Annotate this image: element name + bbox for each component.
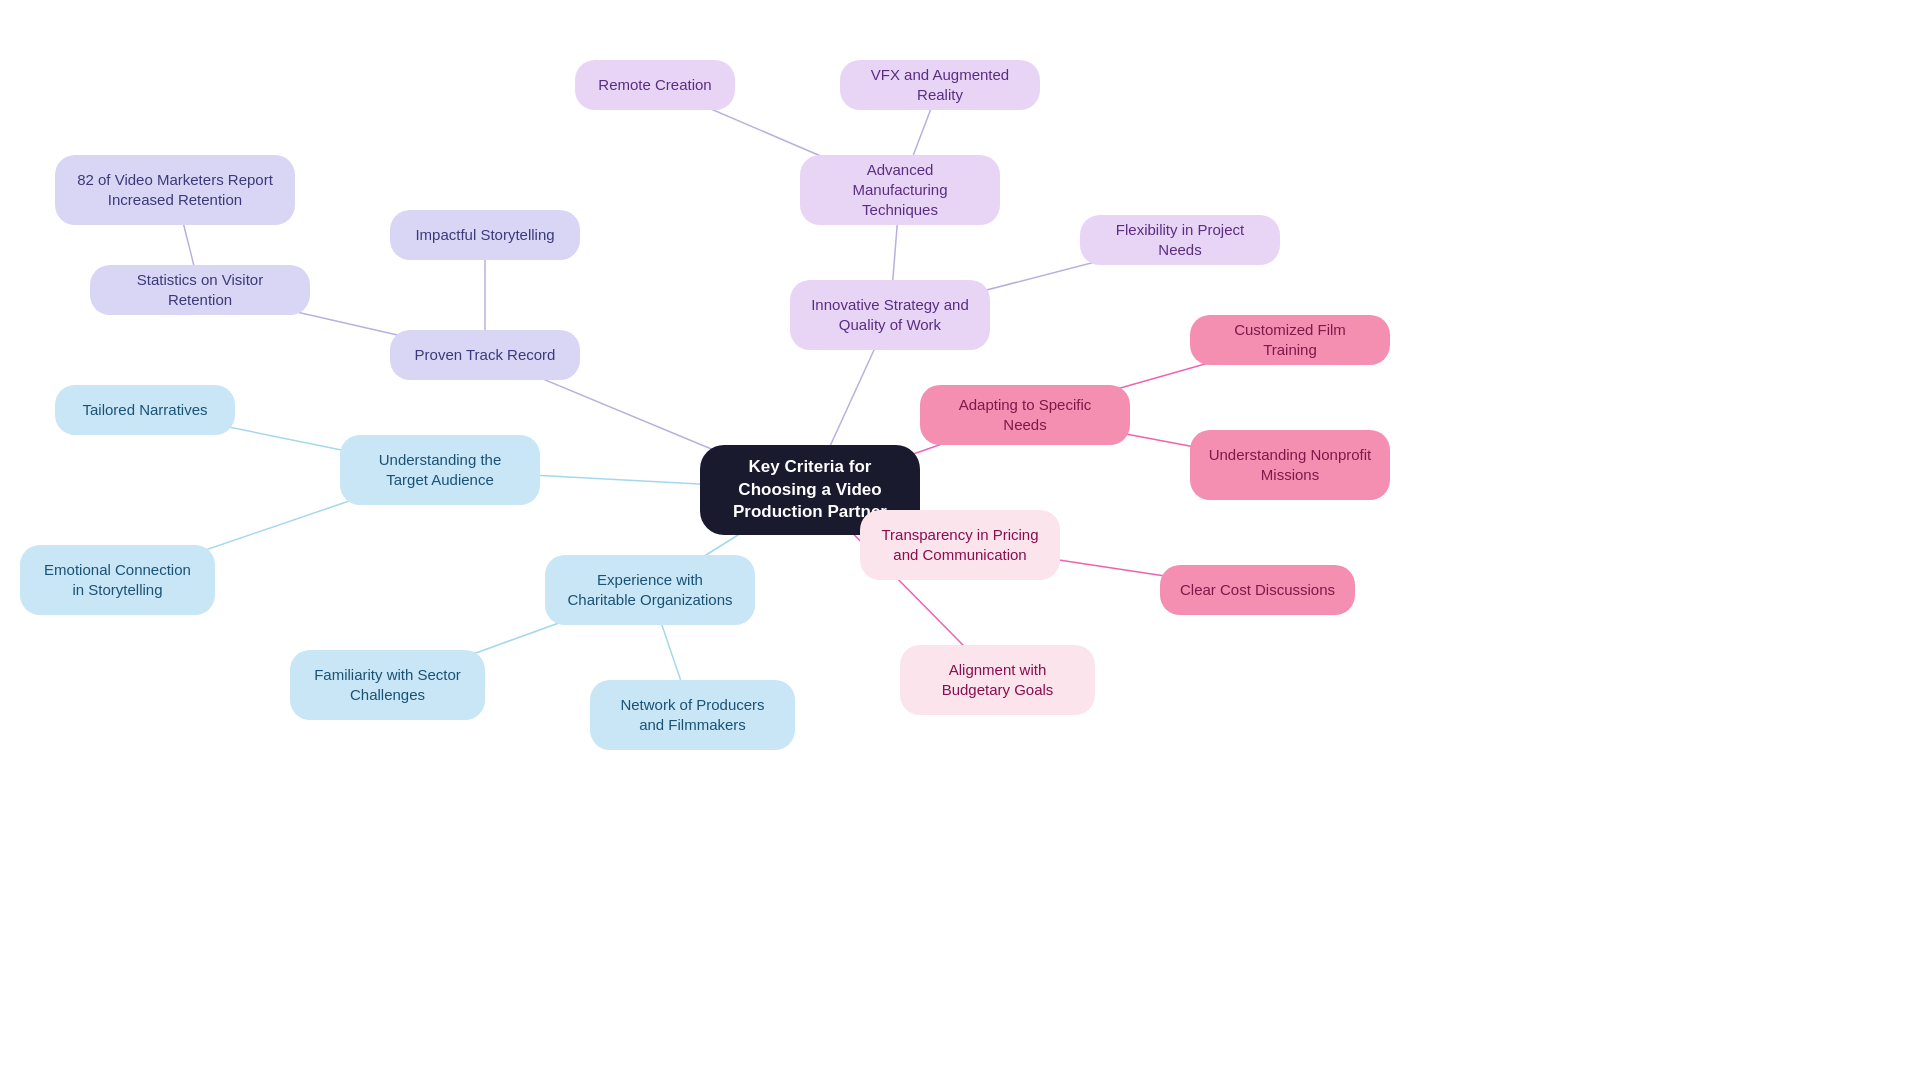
node-proven-track-record: Proven Track Record	[390, 330, 580, 380]
node-adapting-needs: Adapting to Specific Needs	[920, 385, 1130, 445]
node-tailored-narratives: Tailored Narratives	[55, 385, 235, 435]
node-video-marketers: 82 of Video Marketers Report Increased R…	[55, 155, 295, 225]
node-network-producers: Network of Producers and Filmmakers	[590, 680, 795, 750]
node-emotional-connection: Emotional Connection in Storytelling	[20, 545, 215, 615]
node-transparency-pricing: Transparency in Pricing and Communicatio…	[860, 510, 1060, 580]
node-innovative-strategy: Innovative Strategy and Quality of Work	[790, 280, 990, 350]
node-remote-creation: Remote Creation	[575, 60, 735, 110]
node-familiarity-sector: Familiarity with Sector Challenges	[290, 650, 485, 720]
node-experience-charitable: Experience with Charitable Organizations	[545, 555, 755, 625]
node-statistics-retention: Statistics on Visitor Retention	[90, 265, 310, 315]
node-advanced-manufacturing: Advanced Manufacturing Techniques	[800, 155, 1000, 225]
node-flexibility: Flexibility in Project Needs	[1080, 215, 1280, 265]
node-understanding-nonprofit: Understanding Nonprofit Missions	[1190, 430, 1390, 500]
node-clear-cost: Clear Cost Discussions	[1160, 565, 1355, 615]
node-alignment-budgetary: Alignment with Budgetary Goals	[900, 645, 1095, 715]
node-impactful-storytelling: Impactful Storytelling	[390, 210, 580, 260]
node-understanding-target: Understanding the Target Audience	[340, 435, 540, 505]
node-customized-film: Customized Film Training	[1190, 315, 1390, 365]
node-vfx-ar: VFX and Augmented Reality	[840, 60, 1040, 110]
